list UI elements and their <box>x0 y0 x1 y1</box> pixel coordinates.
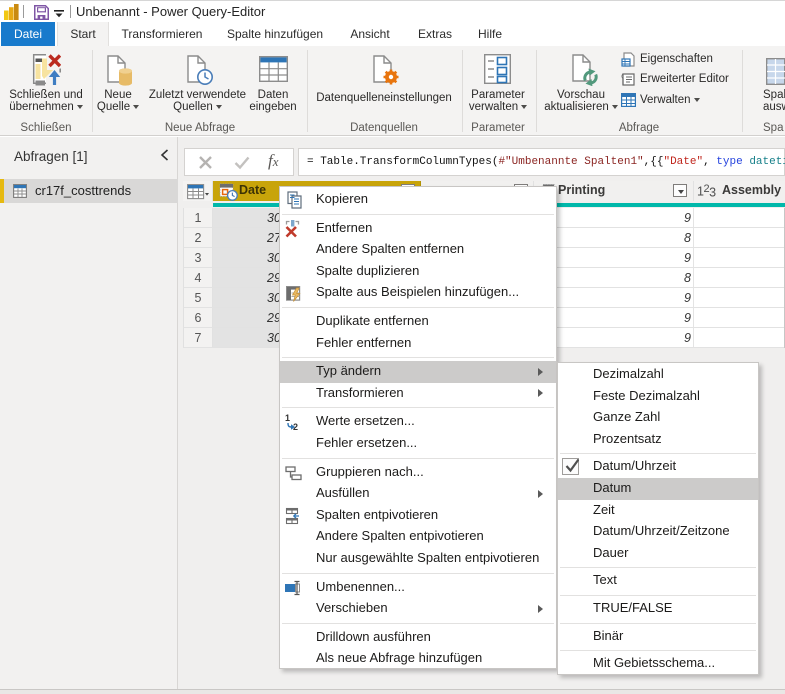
svg-text:1: 1 <box>285 413 290 423</box>
